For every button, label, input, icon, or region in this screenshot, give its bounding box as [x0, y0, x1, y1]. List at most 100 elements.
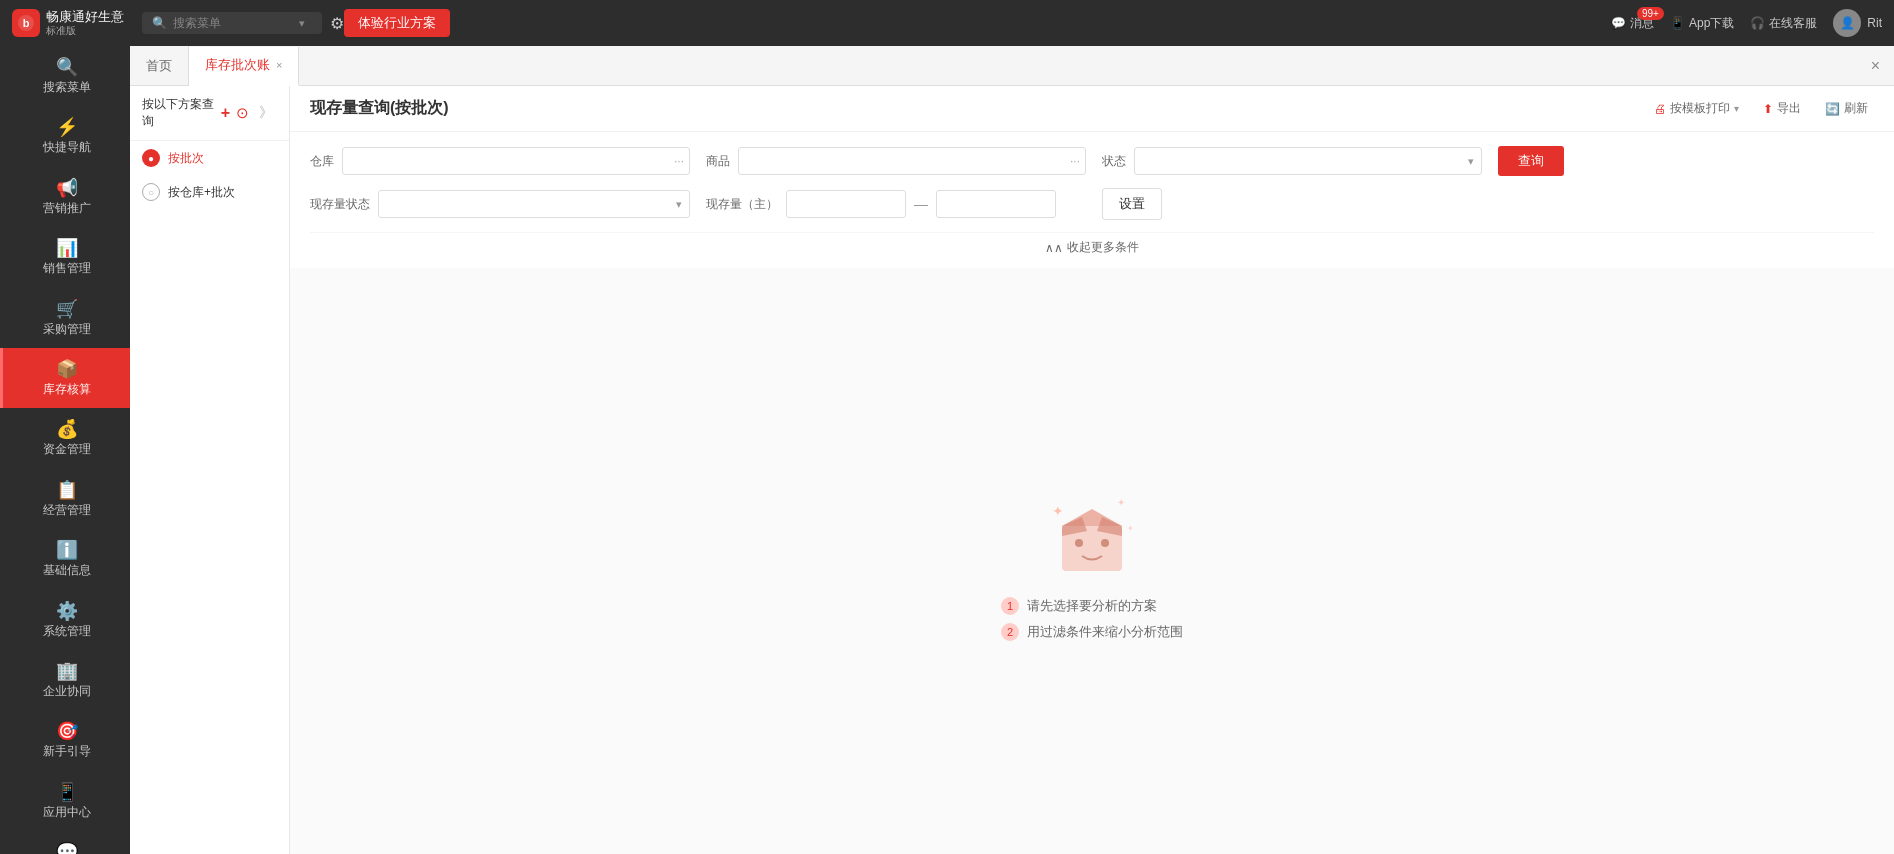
app-download-button[interactable]: 📱 App下载	[1670, 15, 1734, 32]
step-1-text: 请先选择要分析的方案	[1027, 597, 1157, 615]
trial-button[interactable]: 体验行业方案	[344, 9, 450, 37]
tab-inventory-batch[interactable]: 库存批次账 ×	[189, 47, 299, 86]
sidebar-item-business[interactable]: 📋 经营管理	[0, 469, 130, 529]
left-panel: 按以下方案查询 + ⊙ 》 ● 按批次 ○ 按仓库+批次	[130, 86, 290, 854]
messages-button[interactable]: 💬 消息 99+	[1611, 15, 1654, 32]
refresh-button[interactable]: 🔄 刷新	[1819, 96, 1874, 121]
messages-badge: 99+	[1637, 7, 1664, 20]
user-menu[interactable]: 👤 Rit	[1833, 9, 1882, 37]
print-button[interactable]: 🖨 按模板打印 ▾	[1648, 96, 1745, 121]
sidebar-item-quick-nav[interactable]: ⚡ 快捷导航	[0, 106, 130, 166]
right-content: 现存量查询(按批次) 🖨 按模板打印 ▾ ⬆ 导出 🔄	[290, 86, 1894, 854]
settings-button[interactable]: 设置	[1102, 188, 1162, 220]
sidebar: 🔍 搜索菜单 ⚡ 快捷导航 📢 营销推广 📊 销售管理 🛒 采购管理 📦 库存核…	[0, 46, 130, 854]
goods-input[interactable]	[738, 147, 1086, 175]
online-service-button[interactable]: 🎧 在线客服	[1750, 15, 1817, 32]
quick-nav-icon: ⚡	[56, 118, 78, 136]
enterprise-icon: 🏢	[56, 662, 78, 680]
collapse-filter-label: 收起更多条件	[1067, 239, 1139, 256]
tab-bar-right: ×	[1867, 53, 1894, 79]
query-button[interactable]: 查询	[1498, 146, 1564, 176]
svg-point-7	[1101, 539, 1109, 547]
dropdown-icon[interactable]: ▾	[299, 17, 305, 30]
gear-icon[interactable]: ⚙	[330, 14, 344, 33]
sidebar-item-system[interactable]: ⚙️ 系统管理	[0, 590, 130, 650]
refresh-icon: 🔄	[1825, 102, 1840, 116]
scheme-settings-icon[interactable]: ⊙	[236, 104, 249, 122]
add-scheme-icon[interactable]: +	[221, 104, 230, 122]
scheme-warehouse-batch-label: 按仓库+批次	[168, 184, 235, 201]
app-logo-icon: b	[12, 9, 40, 37]
scheme-item-batch[interactable]: ● 按批次	[130, 141, 289, 175]
topbar-search-box[interactable]: 🔍 ▾	[142, 12, 322, 34]
marketing-icon: 📢	[56, 179, 78, 197]
topbar-actions: 💬 消息 99+ 📱 App下载 🎧 在线客服 👤 Rit	[1611, 9, 1882, 37]
svg-text:✦: ✦	[1127, 524, 1134, 533]
main-layout: 🔍 搜索菜单 ⚡ 快捷导航 📢 营销推广 📊 销售管理 🛒 采购管理 📦 库存核…	[0, 46, 1894, 854]
inventory-icon: 📦	[56, 360, 78, 378]
user-name: Rit	[1867, 16, 1882, 30]
goods-input-wrapper: ···	[738, 147, 1086, 175]
app-download-icon: 📱	[1670, 16, 1685, 30]
sidebar-item-search[interactable]: 🔍 搜索菜单	[0, 46, 130, 106]
print-icon: 🖨	[1654, 102, 1666, 116]
sidebar-item-enterprise-wechat[interactable]: 💬 企业微信	[0, 831, 130, 854]
export-button[interactable]: ⬆ 导出	[1757, 96, 1807, 121]
sidebar-item-purchase[interactable]: 🛒 采购管理	[0, 288, 130, 348]
app-logo-text: 畅康通好生意 标准版	[46, 9, 124, 37]
headset-icon: 🎧	[1750, 16, 1765, 30]
newbie-icon: 🎯	[56, 722, 78, 740]
basic-icon: ℹ️	[56, 541, 78, 559]
empty-step-2: 2 用过滤条件来缩小分析范围	[1001, 623, 1183, 641]
finance-icon: 💰	[56, 420, 78, 438]
sidebar-item-marketing[interactable]: 📢 营销推广	[0, 167, 130, 227]
inventory-status-select[interactable]: 全部 有库存 无库存	[378, 190, 690, 218]
topbar: b 畅康通好生意 标准版 🔍 ▾ ⚙ 体验行业方案 💬 消息 99+ 📱 App…	[0, 0, 1894, 46]
collapse-filter-btn[interactable]: ∧∧ 收起更多条件	[310, 232, 1874, 260]
inventory-qty-max-input[interactable]	[936, 190, 1056, 218]
scheme-warehouse-batch-icon: ○	[142, 183, 160, 201]
warehouse-input[interactable]	[342, 147, 690, 175]
empty-steps: 1 请先选择要分析的方案 2 用过滤条件来缩小分析范围	[1001, 597, 1183, 641]
sidebar-item-finance[interactable]: 💰 资金管理	[0, 408, 130, 468]
app-logo: b 畅康通好生意 标准版	[12, 9, 142, 37]
sidebar-item-sales[interactable]: 📊 销售管理	[0, 227, 130, 287]
business-icon: 📋	[56, 481, 78, 499]
sidebar-item-app-center[interactable]: 📱 应用中心	[0, 771, 130, 831]
online-service-label: 在线客服	[1769, 15, 1817, 32]
home-tab-label: 首页	[146, 57, 172, 75]
qty-dash: —	[914, 196, 928, 212]
tab-bar-close-button[interactable]: ×	[1867, 53, 1884, 79]
sidebar-item-inventory[interactable]: 📦 库存核算	[0, 348, 130, 408]
goods-more-icon[interactable]: ···	[1070, 154, 1080, 168]
collapse-up-icon: ∧∧	[1045, 241, 1063, 255]
inventory-status-select-wrapper: 全部 有库存 无库存 ▾	[378, 190, 690, 218]
print-dropdown-arrow[interactable]: ▾	[1734, 103, 1739, 114]
svg-text:b: b	[23, 17, 30, 29]
purchase-icon: 🛒	[56, 300, 78, 318]
sidebar-item-basic[interactable]: ℹ️ 基础信息	[0, 529, 130, 589]
sidebar-item-enterprise[interactable]: 🏢 企业协同	[0, 650, 130, 710]
scheme-batch-icon: ●	[142, 149, 160, 167]
collapse-left-panel-icon[interactable]: 》	[255, 102, 277, 124]
step-2-number: 2	[1001, 623, 1019, 641]
active-tab-label: 库存批次账	[205, 56, 270, 74]
topbar-center: 体验行业方案	[344, 9, 1611, 37]
page-title-actions: 🖨 按模板打印 ▾ ⬆ 导出 🔄 刷新	[1648, 96, 1874, 121]
inventory-qty-min-input[interactable]	[786, 190, 906, 218]
search-input[interactable]	[173, 16, 293, 30]
app-center-icon: 📱	[56, 783, 78, 801]
step-1-number: 1	[1001, 597, 1019, 615]
warehouse-more-icon[interactable]: ···	[674, 154, 684, 168]
sidebar-item-newbie[interactable]: 🎯 新手引导	[0, 710, 130, 770]
tab-close-icon[interactable]: ×	[276, 60, 282, 71]
status-filter-field: 状态 全部 正常 停用 ▾	[1102, 147, 1482, 175]
status-select[interactable]: 全部 正常 停用	[1134, 147, 1482, 175]
inventory-qty-filter-field: 现存量（主） —	[706, 190, 1086, 218]
inventory-status-filter-field: 现存量状态 全部 有库存 无库存 ▾	[310, 190, 690, 218]
refresh-label: 刷新	[1844, 100, 1868, 117]
warehouse-filter-field: 仓库 ···	[310, 147, 690, 175]
scheme-item-warehouse-batch[interactable]: ○ 按仓库+批次	[130, 175, 289, 209]
inventory-qty-label: 现存量（主）	[706, 196, 778, 213]
tab-home[interactable]: 首页	[130, 46, 189, 85]
